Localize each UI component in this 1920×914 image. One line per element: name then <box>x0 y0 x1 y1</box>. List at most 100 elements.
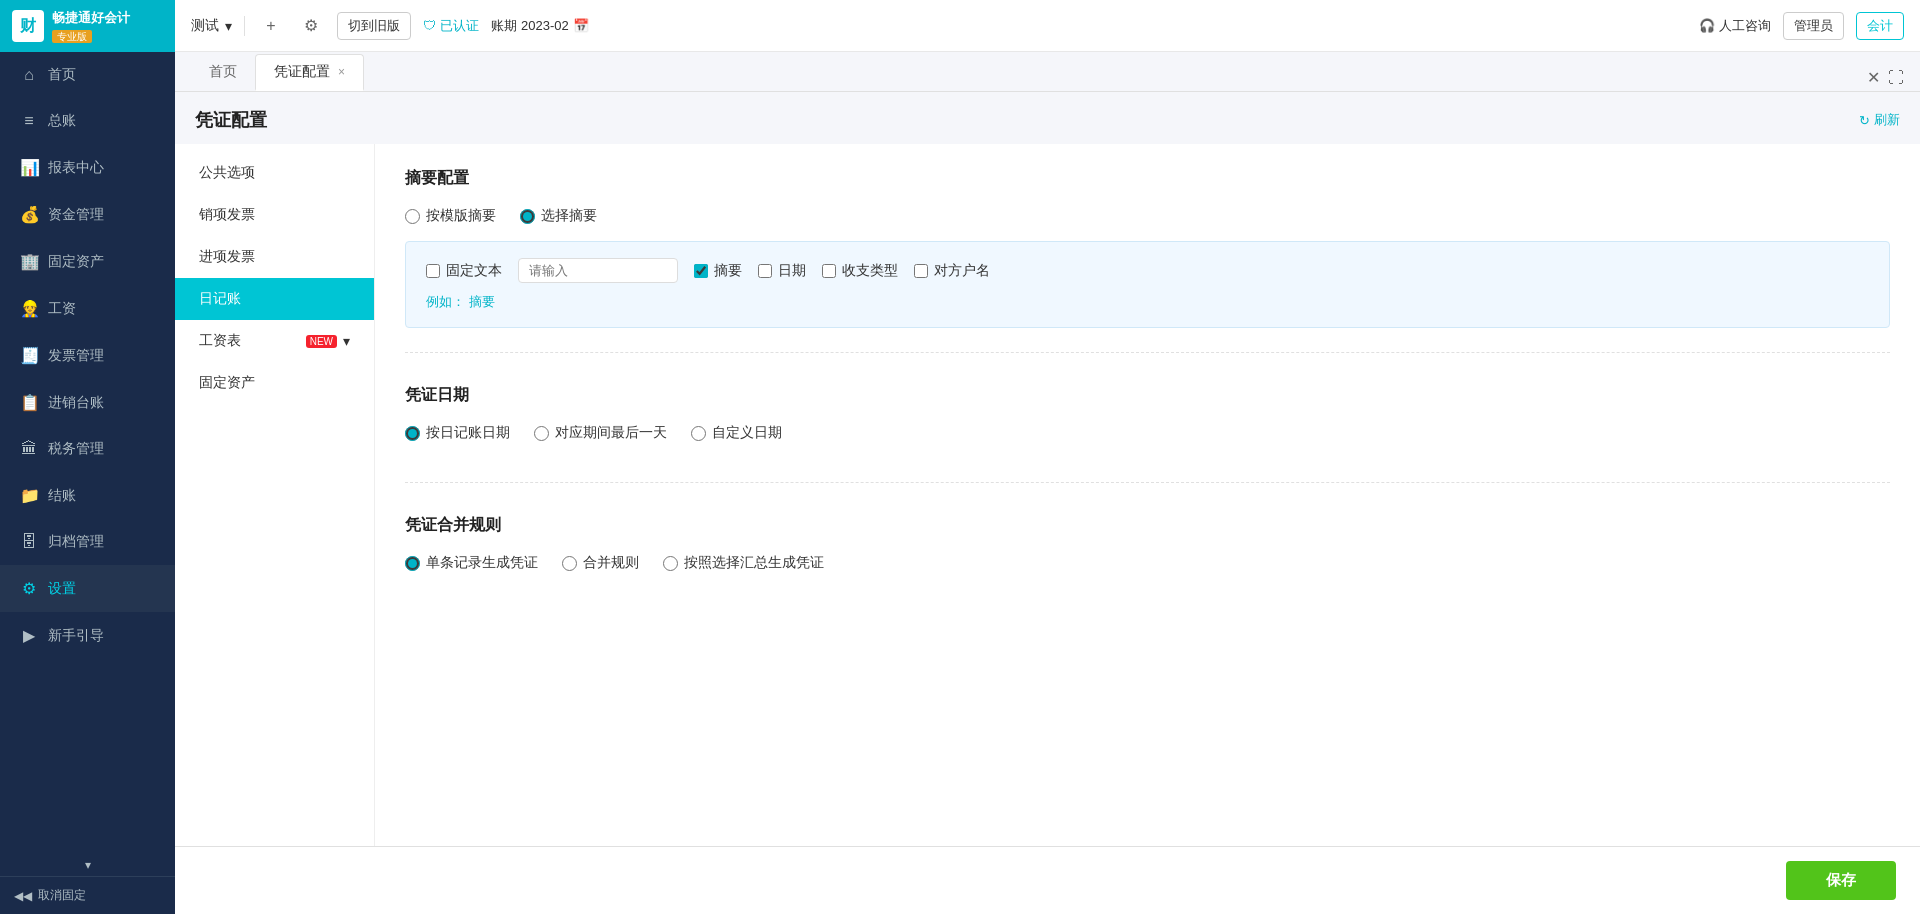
left-nav-fixed-assets[interactable]: 固定资产 <box>175 362 374 404</box>
payroll-expand-icon: ▾ <box>343 333 350 349</box>
radio-custom-date-label[interactable]: 自定义日期 <box>691 424 782 442</box>
invoice-icon: 🧾 <box>20 346 38 365</box>
app-logo-icon: 财 <box>12 10 44 42</box>
radio-template-label[interactable]: 按模版摘要 <box>405 207 496 225</box>
fixed-text-input[interactable] <box>518 258 678 283</box>
sidebar-reports-label: 报表中心 <box>48 159 104 177</box>
left-nav-public[interactable]: 公共选项 <box>175 152 374 194</box>
tab-voucher-config[interactable]: 凭证配置 × <box>255 54 364 91</box>
radio-template-input[interactable] <box>405 209 420 224</box>
accounting-period: 账期 2023-02 📅 <box>491 17 589 35</box>
sidebar-item-close[interactable]: 📁 结账 <box>0 472 175 519</box>
left-nav-journal[interactable]: 日记账 <box>175 278 374 320</box>
payment-type-checkbox-label[interactable]: 收支类型 <box>822 262 898 280</box>
radio-period-last-label[interactable]: 对应期间最后一天 <box>534 424 667 442</box>
user-btn[interactable]: 管理员 <box>1783 12 1844 40</box>
sidebar-item-tax[interactable]: 🏛 税务管理 <box>0 426 175 472</box>
radio-summary-gen-input[interactable] <box>663 556 678 571</box>
page-title: 凭证配置 <box>195 108 267 132</box>
guide-icon: ▶ <box>20 626 38 645</box>
fixed-text-checkbox-label[interactable]: 固定文本 <box>426 262 502 280</box>
sidebar-tax-label: 税务管理 <box>48 440 104 458</box>
radio-single-input[interactable] <box>405 556 420 571</box>
fixed-text-label: 固定文本 <box>446 262 502 280</box>
consult-text: 人工咨询 <box>1719 17 1771 35</box>
accountant-btn[interactable]: 会计 <box>1856 12 1904 40</box>
close-period-icon: 📁 <box>20 486 38 505</box>
radio-merge-label[interactable]: 合并规则 <box>562 554 639 572</box>
radio-custom-date-input[interactable] <box>691 426 706 441</box>
radio-custom-date-text: 自定义日期 <box>712 424 782 442</box>
app-logo-sub: 专业版 <box>52 27 130 44</box>
radio-merge-input[interactable] <box>562 556 577 571</box>
refresh-btn[interactable]: ↻ 刷新 <box>1859 111 1900 129</box>
radio-select-input[interactable] <box>520 209 535 224</box>
sidebar-item-trading[interactable]: 📋 进销台账 <box>0 379 175 426</box>
consult-btn[interactable]: 🎧 人工咨询 <box>1699 17 1771 35</box>
app-logo-text-container: 畅捷通好会计 专业版 <box>52 9 130 44</box>
payment-type-checkbox[interactable] <box>822 264 836 278</box>
company-selector[interactable]: 测试 ▾ <box>191 17 232 35</box>
tab-home[interactable]: 首页 <box>191 55 255 91</box>
sidebar-item-archive[interactable]: 🗄 归档管理 <box>0 519 175 565</box>
radio-summary-gen-label[interactable]: 按照选择汇总生成凭证 <box>663 554 824 572</box>
payroll-badge: NEW <box>306 335 337 348</box>
counterpart-checkbox-label[interactable]: 对方户名 <box>914 262 990 280</box>
sidebar-item-payroll[interactable]: 👷 工资 <box>0 285 175 332</box>
sidebar-nav: ⌂ 首页 ≡ 总账 📊 报表中心 💰 资金管理 🏢 固定资产 👷 工资 🧾 发票… <box>0 52 175 854</box>
save-btn[interactable]: 保存 <box>1786 861 1896 900</box>
period-value: 2023-02 <box>521 18 569 33</box>
page-footer: 保存 <box>175 846 1920 914</box>
refresh-icon: ↻ <box>1859 113 1870 128</box>
sidebar-item-funds[interactable]: 💰 资金管理 <box>0 191 175 238</box>
add-icon: + <box>266 17 275 35</box>
summary-config-row: 固定文本 摘要 日期 <box>426 258 1869 283</box>
radio-single-label[interactable]: 单条记录生成凭证 <box>405 554 538 572</box>
tab-close-icon[interactable]: × <box>338 65 345 79</box>
switch-old-version-btn[interactable]: 切到旧版 <box>337 12 411 40</box>
counterpart-checkbox[interactable] <box>914 264 928 278</box>
certified-text: 已认证 <box>440 17 479 35</box>
left-nav-sales[interactable]: 销项发票 <box>175 194 374 236</box>
calendar-icon: 📅 <box>573 18 589 33</box>
shield-icon: 🛡 <box>423 18 436 33</box>
gear-icon: ⚙ <box>304 16 318 35</box>
left-nav-payroll[interactable]: 工资表 NEW ▾ <box>175 320 374 362</box>
radio-template-text: 按模版摘要 <box>426 207 496 225</box>
summary-checkbox[interactable] <box>694 264 708 278</box>
topbar-settings-btn[interactable]: ⚙ <box>297 12 325 40</box>
left-nav-purchase[interactable]: 进项发票 <box>175 236 374 278</box>
tab-expand-btn[interactable]: ⛶ <box>1888 69 1904 87</box>
right-config: 摘要配置 按模版摘要 选择摘要 <box>375 144 1920 846</box>
sidebar-pin-btn[interactable]: ◀◀ 取消固定 <box>0 876 175 914</box>
radio-period-last-text: 对应期间最后一天 <box>555 424 667 442</box>
summary-checkbox-label[interactable]: 摘要 <box>694 262 742 280</box>
sidebar-item-assets[interactable]: 🏢 固定资产 <box>0 238 175 285</box>
summary-checkbox-text: 摘要 <box>714 262 742 280</box>
left-nav-journal-label: 日记账 <box>199 290 241 308</box>
sidebar-funds-label: 资金管理 <box>48 206 104 224</box>
sidebar-scroll-down[interactable]: ▾ <box>0 854 175 876</box>
radio-journal-date-label[interactable]: 按日记账日期 <box>405 424 510 442</box>
sidebar-item-settings[interactable]: ⚙ 设置 <box>0 565 175 612</box>
radio-summary-gen-text: 按照选择汇总生成凭证 <box>684 554 824 572</box>
sidebar-item-guide[interactable]: ▶ 新手引导 <box>0 612 175 659</box>
company-name: 测试 <box>191 17 219 35</box>
sidebar-item-ledger[interactable]: ≡ 总账 <box>0 98 175 144</box>
content-area: 公共选项 销项发票 进项发票 日记账 工资表 NEW ▾ <box>175 144 1920 846</box>
tab-close-btn[interactable]: ✕ <box>1867 68 1880 87</box>
radio-merge-text: 合并规则 <box>583 554 639 572</box>
sidebar-item-invoice[interactable]: 🧾 发票管理 <box>0 332 175 379</box>
radio-period-last-input[interactable] <box>534 426 549 441</box>
date-checkbox[interactable] <box>758 264 772 278</box>
add-company-btn[interactable]: + <box>257 12 285 40</box>
radio-select-label[interactable]: 选择摘要 <box>520 207 597 225</box>
date-checkbox-label[interactable]: 日期 <box>758 262 806 280</box>
sidebar-item-reports[interactable]: 📊 报表中心 <box>0 144 175 191</box>
fixed-text-checkbox[interactable] <box>426 264 440 278</box>
radio-journal-date-input[interactable] <box>405 426 420 441</box>
sidebar-ledger-label: 总账 <box>48 112 76 130</box>
counterpart-text: 对方户名 <box>934 262 990 280</box>
sidebar-archive-label: 归档管理 <box>48 533 104 551</box>
sidebar-item-home[interactable]: ⌂ 首页 <box>0 52 175 98</box>
